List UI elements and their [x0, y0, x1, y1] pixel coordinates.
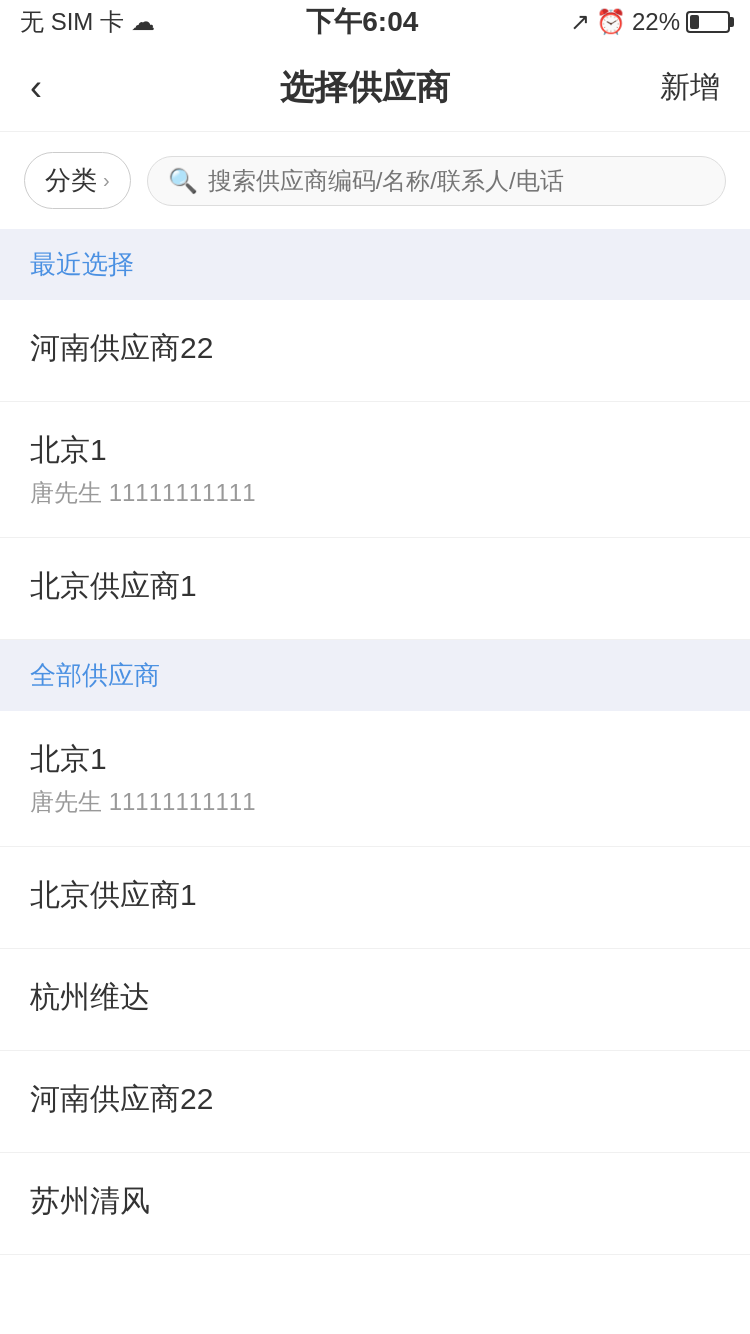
list-item[interactable]: 北京供应商1: [0, 538, 750, 640]
item-name: 苏州清风: [30, 1181, 720, 1222]
item-name: 北京供应商1: [30, 566, 720, 607]
list-item[interactable]: 北京供应商1: [0, 847, 750, 949]
all-section-label: 全部供应商: [30, 660, 160, 690]
battery-icon: [686, 11, 730, 33]
alarm-icon: ⏰: [596, 8, 626, 36]
list-item[interactable]: 苏州清风: [0, 1153, 750, 1255]
item-name: 北京供应商1: [30, 875, 720, 916]
list-item[interactable]: 北京1 唐先生 11111111111: [0, 402, 750, 538]
search-input[interactable]: [208, 167, 705, 195]
item-name: 河南供应商22: [30, 1079, 720, 1120]
recent-items-list: 河南供应商22 北京1 唐先生 11111111111 北京供应商1: [0, 300, 750, 640]
status-bar: 无 SIM 卡 ☁ 下午6:04 ↗ ⏰ 22%: [0, 0, 750, 44]
recent-section-header: 最近选择: [0, 229, 750, 300]
status-right: ↗ ⏰ 22%: [570, 8, 730, 36]
item-sub: 唐先生 11111111111: [30, 786, 720, 818]
add-button[interactable]: 新增: [640, 67, 720, 108]
list-item[interactable]: 北京1 唐先生 11111111111: [0, 711, 750, 847]
list-item[interactable]: 杭州维达: [0, 949, 750, 1051]
item-name: 北京1: [30, 430, 720, 471]
list-item[interactable]: 河南供应商22: [0, 1051, 750, 1153]
list-item[interactable]: 河南供应商22: [0, 300, 750, 402]
location-icon: ↗: [570, 8, 590, 36]
search-area: 分类 › 🔍: [0, 132, 750, 229]
chevron-right-icon: ›: [103, 169, 110, 192]
sim-label: 无 SIM 卡 ☁: [20, 6, 155, 38]
back-button[interactable]: ‹: [30, 67, 90, 109]
item-name: 杭州维达: [30, 977, 720, 1018]
item-name: 北京1: [30, 739, 720, 780]
search-input-wrap[interactable]: 🔍: [147, 156, 726, 206]
battery-percent: 22%: [632, 8, 680, 36]
status-time: 下午6:04: [306, 3, 418, 41]
recent-section-label: 最近选择: [30, 249, 134, 279]
all-items-list: 北京1 唐先生 11111111111 北京供应商1 杭州维达河南供应商22 苏州清风: [0, 711, 750, 1255]
nav-bar: ‹ 选择供应商 新增: [0, 44, 750, 132]
category-label: 分类: [45, 163, 97, 198]
battery-fill: [690, 15, 699, 29]
item-sub: 唐先生 11111111111: [30, 477, 720, 509]
status-left: 无 SIM 卡 ☁: [20, 6, 155, 38]
page-title: 选择供应商: [90, 65, 640, 111]
all-section-header: 全部供应商: [0, 640, 750, 711]
item-name: 河南供应商22: [30, 328, 720, 369]
search-icon: 🔍: [168, 167, 198, 195]
category-filter-button[interactable]: 分类 ›: [24, 152, 131, 209]
